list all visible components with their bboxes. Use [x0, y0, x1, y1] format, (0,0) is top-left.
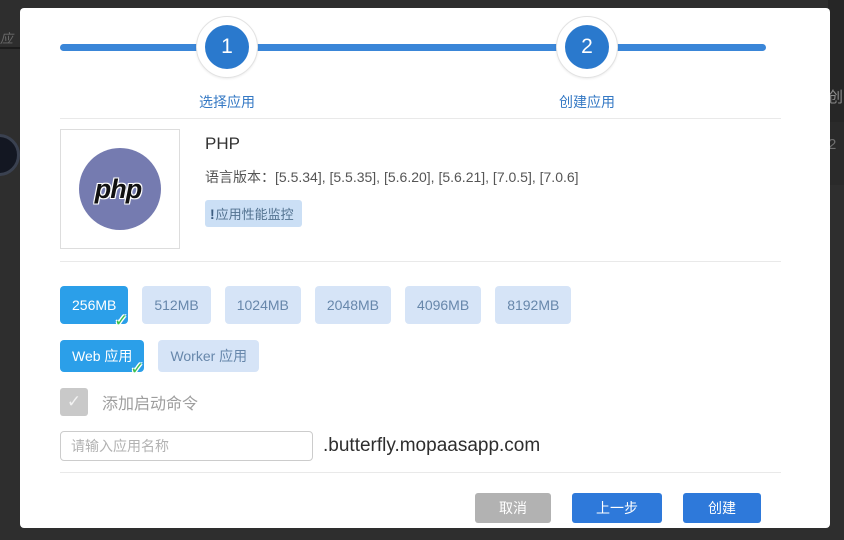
memory-option-2048mb[interactable]: 2048MB: [314, 286, 392, 324]
memory-option-1024mb[interactable]: 1024MB: [224, 286, 301, 324]
app-name-row: .butterfly.mopaasapp.com: [20, 430, 830, 462]
app-type-options-row: Web 应用 ✓ Worker 应用: [20, 340, 830, 378]
start-command-row: ✓ 添加启动命令: [20, 383, 830, 421]
dialog-footer: 取消 上一步 创建: [20, 473, 830, 523]
php-logo-icon: php: [79, 148, 161, 230]
apm-badge-label: 应用性能监控: [215, 207, 294, 222]
background-panel-remnant-2: [828, 122, 844, 185]
divider-middle: [60, 261, 781, 262]
step-2-label: 创建应用: [559, 94, 615, 110]
wizard-stepper: 1 2 选择应用 创建应用: [20, 8, 830, 118]
app-name-input[interactable]: [60, 431, 313, 461]
memory-option-512mb[interactable]: 512MB: [142, 286, 211, 324]
domain-suffix-label: .butterfly.mopaasapp.com: [323, 435, 541, 456]
start-command-checkbox[interactable]: ✓: [60, 388, 88, 416]
php-logo-text: php: [94, 173, 142, 204]
selected-app-summary: php PHP 语言版本：[5.5.34], [5.5.35], [5.6.20…: [20, 119, 830, 261]
start-command-label: 添加启动命令: [102, 396, 199, 413]
app-versions-line: 语言版本：[5.5.34], [5.5.35], [5.6.20], [5.6.…: [205, 169, 579, 185]
apm-badge-icon: !: [210, 205, 215, 222]
checkbox-check-icon: ✓: [66, 392, 82, 411]
type-option-worker[interactable]: Worker 应用: [158, 340, 260, 372]
cancel-button[interactable]: 取消: [475, 493, 551, 523]
background-text-remnant-2: 2: [828, 136, 837, 153]
background-tab-remnant: 应: [0, 31, 14, 44]
background-tab-underline: [0, 47, 20, 49]
memory-option-4096mb[interactable]: 4096MB: [405, 286, 482, 324]
app-name-title: PHP: [205, 134, 240, 153]
step-1-circle: 1: [205, 25, 249, 69]
memory-option-8192mb[interactable]: 8192MB: [495, 286, 572, 324]
app-logo-card: php: [60, 129, 180, 249]
create-button[interactable]: 创建: [683, 493, 761, 523]
app-info: PHP 语言版本：[5.5.34], [5.5.35], [5.6.20], […: [180, 129, 579, 249]
memory-option-256mb[interactable]: 256MB ✓: [60, 286, 129, 330]
selected-check-icon: ✓: [114, 311, 129, 330]
apm-monitor-badge: ! 应用性能监控: [205, 200, 302, 227]
step-2-node[interactable]: 2: [556, 16, 618, 78]
type-option-web[interactable]: Web 应用 ✓: [60, 340, 145, 378]
step-1-label: 选择应用: [199, 94, 255, 110]
background-avatar-remnant: [0, 134, 20, 176]
step-2-circle: 2: [565, 25, 609, 69]
memory-options-row: 256MB ✓ 512MB 1024MB 2048MB 4096MB 8192M…: [20, 286, 830, 330]
stepper-track: [60, 44, 766, 51]
background-text-remnant-1: 创: [828, 89, 844, 106]
selected-check-icon: ✓: [130, 359, 145, 378]
step-1-node[interactable]: 1: [196, 16, 258, 78]
create-app-dialog: 1 2 选择应用 创建应用 php PHP 语言版本：[5.5.34], [5.…: [20, 8, 830, 528]
previous-step-button[interactable]: 上一步: [572, 493, 662, 523]
